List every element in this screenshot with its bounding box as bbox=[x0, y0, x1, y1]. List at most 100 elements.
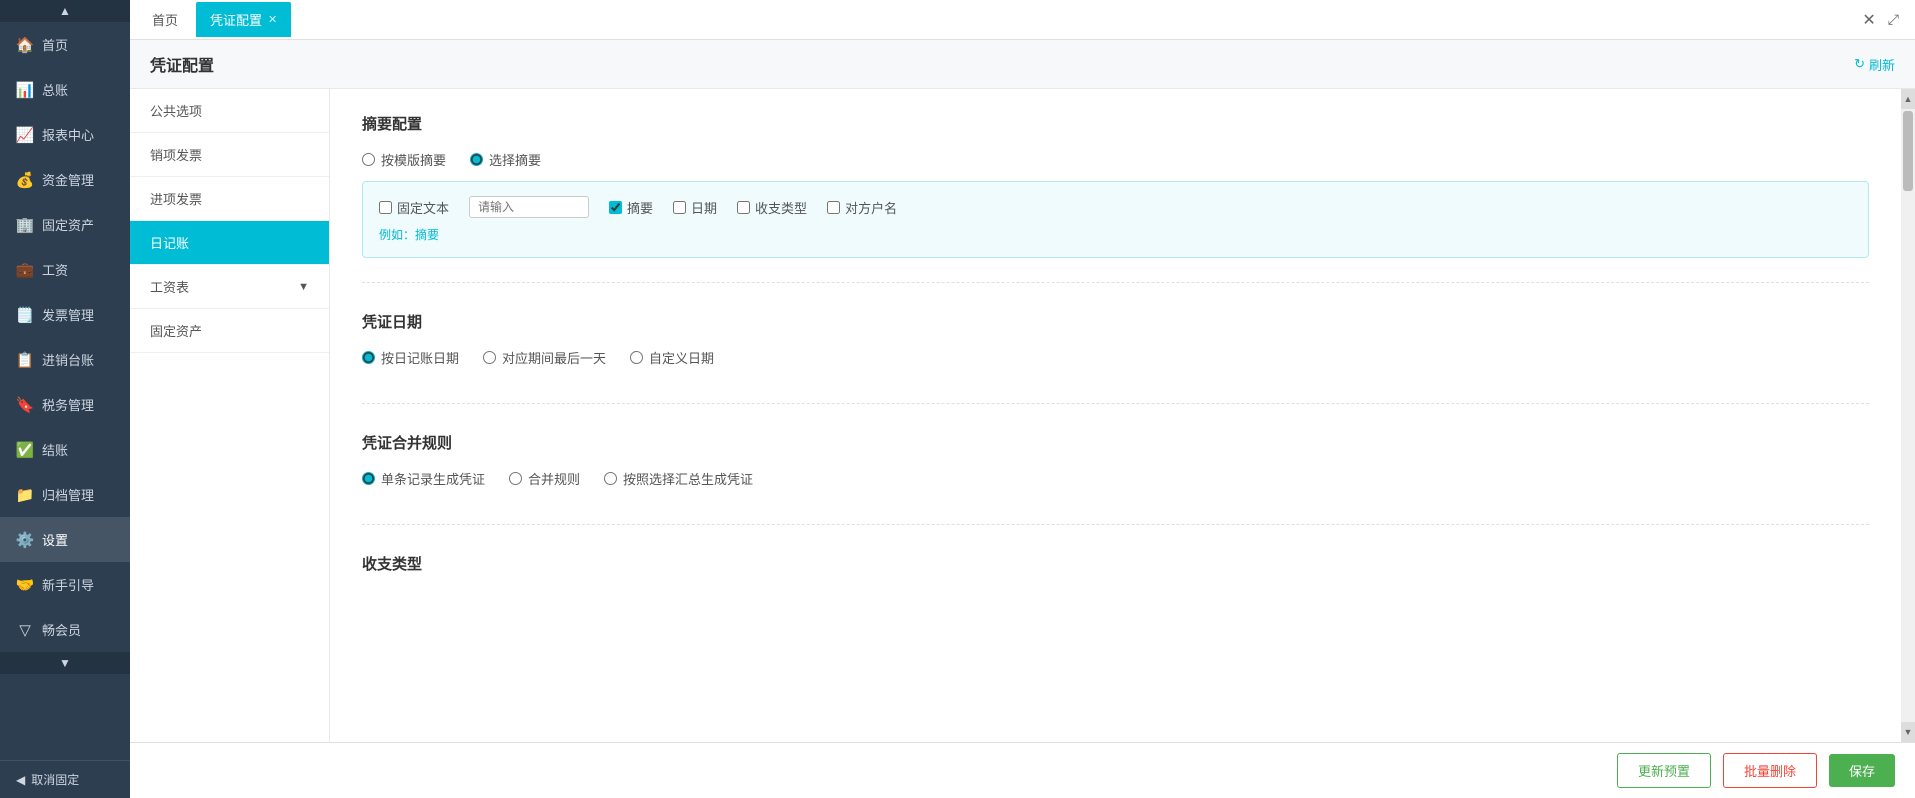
sidebar-item-guide[interactable]: 🤝 新手引导 bbox=[0, 562, 130, 607]
income-type-checkbox[interactable]: 收支类型 bbox=[737, 198, 807, 217]
sidebar-item-home[interactable]: 🏠 首页 bbox=[0, 22, 130, 67]
summary-checkbox-row: 固定文本 摘要 日期 收支类型 bbox=[379, 196, 1852, 218]
vip-icon: ▽ bbox=[16, 621, 34, 639]
merge-radio-group: 单条记录生成凭证 合并规则 按照选择汇总生成凭证 bbox=[362, 469, 1869, 488]
merge-radio-single-label: 单条记录生成凭证 bbox=[381, 469, 485, 488]
window-resize-icon[interactable]: ⤢ bbox=[1888, 11, 1899, 28]
fixed-text-checkbox[interactable]: 固定文本 bbox=[379, 198, 449, 217]
merge-radio-rule[interactable]: 合并规则 bbox=[509, 469, 580, 488]
date-radio-journal-input[interactable] bbox=[362, 351, 375, 364]
summary-checkbox[interactable]: 摘要 bbox=[609, 198, 653, 217]
sidebar-item-funds-label: 资金管理 bbox=[42, 170, 94, 189]
sidebar-item-tax[interactable]: 🔖 税务管理 bbox=[0, 382, 130, 427]
fixed-text-input[interactable] bbox=[469, 196, 589, 218]
report-icon: 📈 bbox=[16, 126, 34, 144]
counterparty-checkbox[interactable]: 对方户名 bbox=[827, 198, 897, 217]
window-close-icon[interactable]: ✕ bbox=[1862, 10, 1875, 30]
sidebar: ▲ 🏠 首页 📊 总账 📈 报表中心 💰 资金管理 🏢 固定资产 💼 工资 🗒️… bbox=[0, 0, 130, 798]
right-content: 摘要配置 按模版摘要 选择摘要 固定文本 bbox=[330, 89, 1901, 742]
sidebar-item-funds[interactable]: 💰 资金管理 bbox=[0, 157, 130, 202]
date-radio-period-last-label: 对应期间最后一天 bbox=[502, 348, 606, 367]
example-text: 例如：摘要 bbox=[379, 226, 1852, 243]
left-nav-fixed-assets[interactable]: 固定资产 bbox=[130, 309, 329, 353]
scrollbar-thumb[interactable] bbox=[1903, 111, 1913, 191]
sidebar-item-archive-label: 归档管理 bbox=[42, 485, 94, 504]
sidebar-item-checkout[interactable]: ✅ 结账 bbox=[0, 427, 130, 472]
right-scrollbar: ▲ ▼ bbox=[1901, 89, 1915, 742]
summary-radio-select[interactable]: 选择摘要 bbox=[470, 150, 541, 169]
summary-radio-template-input[interactable] bbox=[362, 153, 375, 166]
salary-icon: 💼 bbox=[16, 261, 34, 279]
assets-icon: 🏢 bbox=[16, 216, 34, 234]
sidebar-item-assets[interactable]: 🏢 固定资产 bbox=[0, 202, 130, 247]
tab-voucher-config-label: 凭证配置 bbox=[210, 10, 262, 29]
update-preview-button[interactable]: 更新预置 bbox=[1617, 753, 1711, 788]
sidebar-item-salary[interactable]: 💼 工资 bbox=[0, 247, 130, 292]
tab-voucher-config[interactable]: 凭证配置 ✕ bbox=[196, 2, 291, 37]
date-radio-journal-label: 按日记账日期 bbox=[381, 348, 459, 367]
summary-radio-select-input[interactable] bbox=[470, 153, 483, 166]
sales-icon: 📋 bbox=[16, 351, 34, 369]
sidebar-item-settings[interactable]: ⚙️ 设置 bbox=[0, 517, 130, 562]
summary-checkbox-input[interactable] bbox=[609, 201, 622, 214]
content-header: 凭证配置 ↻ 刷新 bbox=[130, 40, 1915, 89]
income-type-checkbox-input[interactable] bbox=[737, 201, 750, 214]
left-nav-public[interactable]: 公共选项 bbox=[130, 89, 329, 133]
date-radio-custom[interactable]: 自定义日期 bbox=[630, 348, 714, 367]
sidebar-scroll-down[interactable]: ▼ bbox=[0, 652, 130, 674]
batch-delete-button[interactable]: 批量删除 bbox=[1723, 753, 1817, 788]
sidebar-item-assets-label: 固定资产 bbox=[42, 215, 94, 234]
sidebar-item-ledger-label: 总账 bbox=[42, 80, 68, 99]
left-nav-sales-invoice[interactable]: 销项发票 bbox=[130, 133, 329, 177]
left-nav-purchase-invoice[interactable]: 进项发票 bbox=[130, 177, 329, 221]
date-radio-period-last-input[interactable] bbox=[483, 351, 496, 364]
summary-radio-template[interactable]: 按模版摘要 bbox=[362, 150, 446, 169]
merge-radio-select[interactable]: 按照选择汇总生成凭证 bbox=[604, 469, 753, 488]
sidebar-item-invoice-label: 发票管理 bbox=[42, 305, 94, 324]
sidebar-item-sales[interactable]: 📋 进销台账 bbox=[0, 337, 130, 382]
ledger-icon: 📊 bbox=[16, 81, 34, 99]
summary-radio-select-label: 选择摘要 bbox=[489, 150, 541, 169]
scrollbar-down-btn[interactable]: ▼ bbox=[1901, 722, 1915, 742]
date-title: 凭证日期 bbox=[362, 311, 1869, 332]
date-radio-period-last[interactable]: 对应期间最后一天 bbox=[483, 348, 606, 367]
counterparty-checkbox-input[interactable] bbox=[827, 201, 840, 214]
sidebar-item-vip[interactable]: ▽ 畅会员 bbox=[0, 607, 130, 652]
merge-title: 凭证合并规则 bbox=[362, 432, 1869, 453]
left-nav-payroll[interactable]: 工资表 ▼ bbox=[130, 265, 329, 309]
save-button[interactable]: 保存 bbox=[1829, 754, 1895, 787]
fixed-text-checkbox-input[interactable] bbox=[379, 201, 392, 214]
tab-close-icon[interactable]: ✕ bbox=[268, 13, 277, 26]
sidebar-item-invoice[interactable]: 🗒️ 发票管理 bbox=[0, 292, 130, 337]
sidebar-item-salary-label: 工资 bbox=[42, 260, 68, 279]
fixed-text-label: 固定文本 bbox=[397, 198, 449, 217]
sidebar-item-archive[interactable]: 📁 归档管理 bbox=[0, 472, 130, 517]
scrollbar-up-btn[interactable]: ▲ bbox=[1901, 89, 1915, 109]
date-checkbox-input[interactable] bbox=[673, 201, 686, 214]
summary-title: 摘要配置 bbox=[362, 113, 1869, 134]
sidebar-item-home-label: 首页 bbox=[42, 35, 68, 54]
merge-radio-select-input[interactable] bbox=[604, 472, 617, 485]
sidebar-item-report-label: 报表中心 bbox=[42, 125, 94, 144]
left-nav-journal[interactable]: 日记账 bbox=[130, 221, 329, 265]
date-checkbox[interactable]: 日期 bbox=[673, 198, 717, 217]
tab-home[interactable]: 首页 bbox=[138, 2, 192, 37]
date-section: 凭证日期 按日记账日期 对应期间最后一天 自定义日期 bbox=[362, 311, 1869, 404]
merge-radio-single-input[interactable] bbox=[362, 472, 375, 485]
date-radio-custom-input[interactable] bbox=[630, 351, 643, 364]
date-radio-journal[interactable]: 按日记账日期 bbox=[362, 348, 459, 367]
refresh-button[interactable]: ↻ 刷新 bbox=[1854, 55, 1895, 74]
sidebar-item-ledger[interactable]: 📊 总账 bbox=[0, 67, 130, 112]
merge-radio-rule-input[interactable] bbox=[509, 472, 522, 485]
sidebar-item-report[interactable]: 📈 报表中心 bbox=[0, 112, 130, 157]
merge-radio-single[interactable]: 单条记录生成凭证 bbox=[362, 469, 485, 488]
home-icon: 🏠 bbox=[16, 36, 34, 54]
sidebar-item-vip-label: 畅会员 bbox=[42, 620, 81, 639]
merge-section: 凭证合并规则 单条记录生成凭证 合并规则 按照选择汇总生成凭证 bbox=[362, 432, 1869, 525]
content-body: 公共选项 销项发票 进项发票 日记账 工资表 ▼ 固定资产 摘要配置 bbox=[130, 89, 1915, 742]
tab-bar: 首页 凭证配置 ✕ ✕ ⤢ bbox=[130, 0, 1915, 40]
sidebar-item-tax-label: 税务管理 bbox=[42, 395, 94, 414]
sidebar-scroll-up[interactable]: ▲ bbox=[0, 0, 130, 22]
summary-radio-template-label: 按模版摘要 bbox=[381, 150, 446, 169]
sidebar-unpin[interactable]: ◀ 取消固定 bbox=[0, 760, 130, 798]
